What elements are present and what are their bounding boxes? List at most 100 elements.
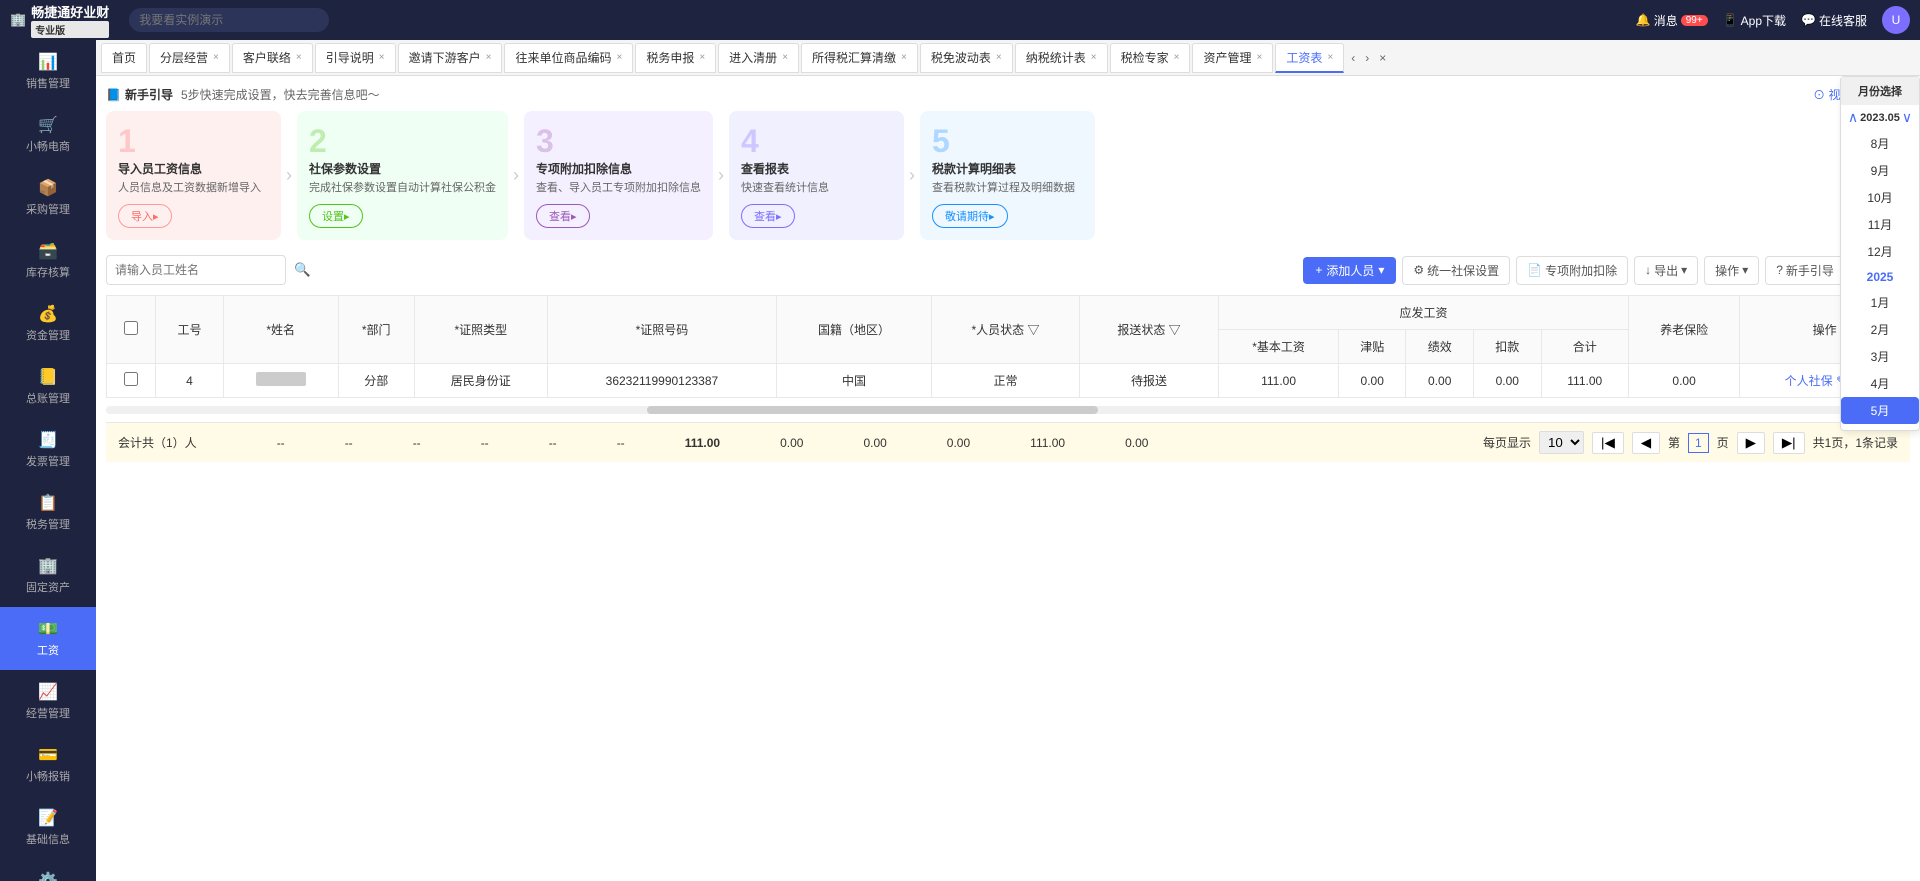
top-search-input[interactable] [129, 8, 329, 32]
tab-tax-exempt[interactable]: 税免波动表 × [920, 43, 1013, 73]
tab-tax-filing[interactable]: 税务申报 × [635, 43, 716, 73]
month-item-8[interactable]: 8月 [1841, 130, 1919, 157]
tab-prev-btn[interactable]: ‹ [1346, 51, 1360, 65]
month-item-12[interactable]: 12月 [1841, 238, 1919, 265]
tab-next-btn[interactable]: › [1360, 51, 1374, 65]
sidebar-item-ecommerce[interactable]: 🛒 小畅电商 [0, 103, 96, 166]
tab-tax-exempt-close[interactable]: × [996, 52, 1002, 63]
last-page-btn[interactable]: ▶| [1773, 432, 1805, 454]
user-avatar[interactable]: U [1882, 6, 1910, 34]
tab-tax-calc-close[interactable]: × [901, 52, 907, 63]
per-page-select[interactable]: 10 20 50 [1539, 431, 1584, 454]
card-1-btn[interactable]: 导入▸ [118, 204, 172, 228]
app-download-btn[interactable]: 📱 App下载 [1723, 12, 1786, 29]
report-filter-icon[interactable]: ▽ [1169, 323, 1181, 337]
row-country: 中国 [776, 364, 931, 398]
tab-tax-expert-close[interactable]: × [1174, 52, 1180, 63]
export-btn[interactable]: ↓ 导出 ▾ [1634, 256, 1698, 285]
tab-close-all-btn[interactable]: × [1374, 51, 1391, 65]
card-4-btn[interactable]: 查看▸ [741, 204, 795, 228]
month-item-9[interactable]: 9月 [1841, 157, 1919, 184]
tab-tax-calc[interactable]: 所得税汇算清缴 × [801, 43, 918, 73]
tab-guide[interactable]: 引导说明 × [315, 43, 396, 73]
scrollbar-thumb[interactable] [647, 406, 1098, 414]
card-2-btn[interactable]: 设置▸ [309, 204, 363, 228]
month-item-1[interactable]: 1月 [1841, 289, 1919, 316]
tab-tax-stats[interactable]: 纳税统计表 × [1015, 43, 1108, 73]
tab-clearance-close[interactable]: × [782, 52, 788, 63]
next-page-btn[interactable]: ▶ [1737, 432, 1765, 454]
tab-guide-label: 引导说明 [326, 49, 374, 66]
online-service-btn[interactable]: 💬 在线客服 [1801, 12, 1867, 29]
sidebar-item-salary[interactable]: 💵 工资 [0, 607, 96, 670]
tab-guide-close[interactable]: × [379, 52, 385, 63]
tab-tax-filing-close[interactable]: × [699, 52, 705, 63]
sidebar-item-inventory[interactable]: 🗃️ 库存核算 [0, 229, 96, 292]
status-filter-icon[interactable]: ▽ [1027, 323, 1039, 337]
sidebar-item-marketing[interactable]: 💳 小畅报销 [0, 733, 96, 796]
unified-settings-btn[interactable]: ⚙ 统一社保设置 [1402, 256, 1510, 285]
tab-tax-expert[interactable]: 税检专家 × [1110, 43, 1191, 73]
tab-tiered-label: 分层经营 [160, 49, 208, 66]
card-3-btn[interactable]: 查看▸ [536, 204, 590, 228]
row-dept: 分部 [338, 364, 414, 398]
tab-tiered-close[interactable]: × [213, 52, 219, 63]
tab-customer-close[interactable]: × [296, 52, 302, 63]
month-item-11[interactable]: 11月 [1841, 211, 1919, 238]
month-item-3[interactable]: 3月 [1841, 343, 1919, 370]
card-5-btn[interactable]: 敬请期待▸ [932, 204, 1008, 228]
employee-search-input[interactable] [106, 255, 286, 285]
add-employee-btn[interactable]: + 添加人员 ▾ [1303, 257, 1396, 284]
sidebar-item-basics[interactable]: 📝 基础信息 [0, 796, 96, 859]
tab-tax-stats-close[interactable]: × [1091, 52, 1097, 63]
tab-product-code-close[interactable]: × [616, 52, 622, 63]
sidebar-item-operations[interactable]: 📈 经营管理 [0, 670, 96, 733]
sidebar-item-sales[interactable]: 📊 销售管理 [0, 40, 96, 103]
tab-salary[interactable]: 工资表 × [1275, 43, 1344, 73]
first-page-btn[interactable]: |◀ [1592, 432, 1624, 454]
sidebar-item-ledger[interactable]: 📒 总账管理 [0, 355, 96, 418]
tab-salary-close[interactable]: × [1327, 52, 1333, 63]
operations-btn[interactable]: 操作 ▾ [1704, 256, 1759, 285]
tab-tiered[interactable]: 分层经营 × [149, 43, 230, 73]
sidebar-item-system[interactable]: ⚙️ 系统管理 [0, 859, 96, 881]
tab-asset-mgmt[interactable]: 资产管理 × [1192, 43, 1273, 73]
notification-btn[interactable]: 🔔 消息 99+ [1636, 12, 1708, 29]
search-button[interactable]: 🔍 [294, 262, 311, 278]
sidebar-item-invoice[interactable]: 🧾 发票管理 [0, 418, 96, 481]
month-year-prev-btn[interactable]: ∧ [1848, 109, 1858, 126]
special-deduction-btn[interactable]: 📄 专项附加扣除 [1516, 256, 1628, 285]
tab-invite[interactable]: 邀请下游客户 × [398, 43, 503, 73]
page-label: 第 [1668, 434, 1680, 451]
guide-card-5: 5 税款计算明细表 查看税款计算过程及明细数据 敬请期待▸ [920, 111, 1095, 240]
tab-customer[interactable]: 客户联络 × [232, 43, 313, 73]
month-year-next-btn[interactable]: ∨ [1902, 109, 1912, 126]
sidebar-item-purchase[interactable]: 📦 采购管理 [0, 166, 96, 229]
month-item-5[interactable]: 5月 [1841, 397, 1919, 424]
row-total: 111.00 [1541, 364, 1628, 398]
guide-cards: 1 导入员工资信息 人员信息及工资数据新增导入 导入▸ › 2 社保参数设置 完… [106, 111, 1910, 240]
prev-page-btn[interactable]: ◀ [1632, 432, 1660, 454]
guide-btn[interactable]: ? 新手引导 [1765, 256, 1845, 285]
tab-asset-mgmt-close[interactable]: × [1256, 52, 1262, 63]
sidebar-item-finance[interactable]: 💰 资金管理 [0, 292, 96, 355]
tab-home[interactable]: 首页 [101, 43, 147, 73]
sidebar-item-assets[interactable]: 🏢 固定资产 [0, 544, 96, 607]
select-all-checkbox[interactable] [124, 321, 138, 335]
tab-product-code[interactable]: 往来单位商品编码 × [504, 43, 633, 73]
month-item-10[interactable]: 10月 [1841, 184, 1919, 211]
tab-invite-close[interactable]: × [486, 52, 492, 63]
horizontal-scrollbar[interactable] [106, 406, 1910, 414]
tab-tax-expert-label: 税检专家 [1121, 49, 1169, 66]
month-item-2[interactable]: 2月 [1841, 316, 1919, 343]
month-item-4[interactable]: 4月 [1841, 370, 1919, 397]
month-item-year-2025[interactable]: 2025 [1841, 265, 1919, 289]
sales-icon: 📊 [5, 52, 91, 72]
personal-social-insurance-btn[interactable]: 个人社保 [1785, 372, 1833, 389]
row-select-checkbox[interactable] [124, 372, 138, 386]
toolbar: 🔍 + 添加人员 ▾ ⚙ 统一社保设置 📄 专项 [106, 255, 1910, 285]
tab-clearance[interactable]: 进入清册 × [718, 43, 799, 73]
month-item-6[interactable]: 6月 [1841, 424, 1919, 430]
arrow-1: › [281, 165, 297, 186]
sidebar-item-tax[interactable]: 📋 税务管理 [0, 481, 96, 544]
